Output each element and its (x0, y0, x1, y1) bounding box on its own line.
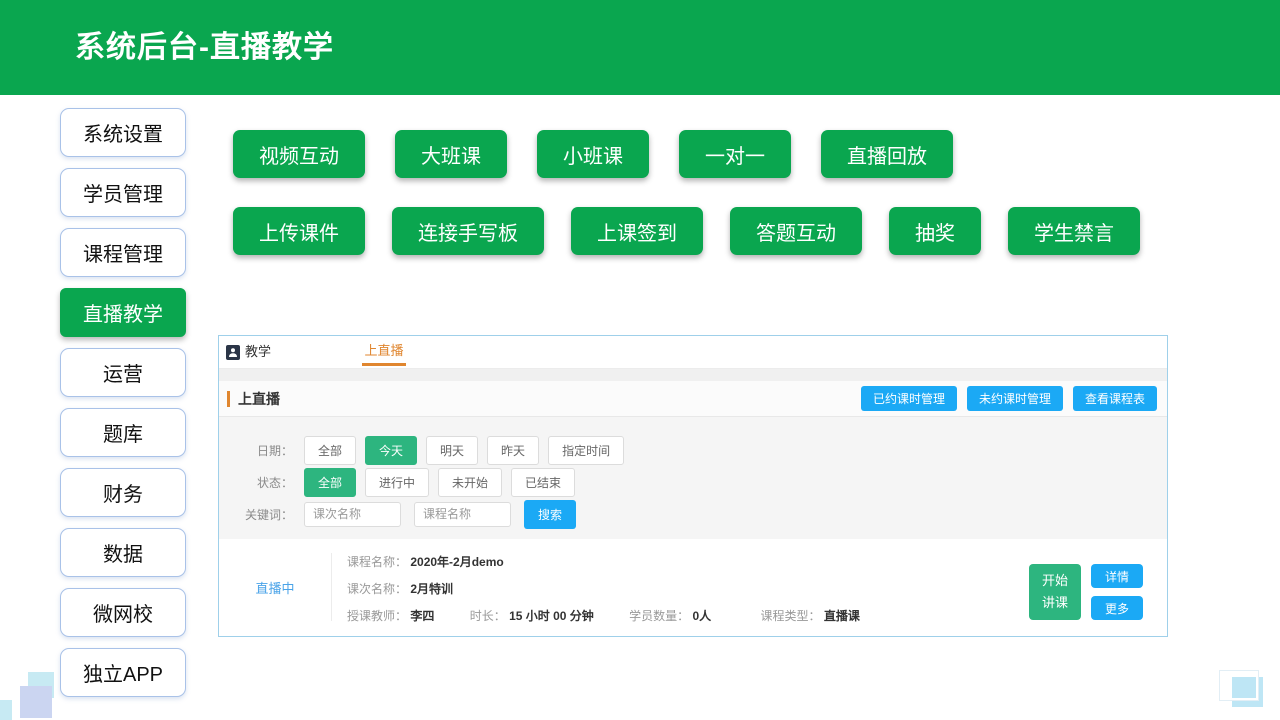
feature-one-on-one[interactable]: 一对一 (679, 130, 791, 178)
tab-active-underline (362, 363, 406, 366)
feature-connect-tablet[interactable]: 连接手写板 (392, 207, 544, 255)
view-schedule-button[interactable]: 查看课程表 (1073, 386, 1157, 411)
feature-video-interaction[interactable]: 视频互动 (233, 130, 365, 178)
teacher-pair: 授课教师： 李四 (347, 609, 438, 623)
course-type-value: 直播课 (824, 609, 860, 623)
tab-go-live-label: 上直播 (364, 343, 403, 358)
duration-pair: 时长： 15 小时 00 分钟 (470, 609, 597, 623)
teacher-value: 李四 (410, 609, 434, 623)
page-header: 系统后台-直播教学 (0, 0, 1280, 95)
course-details: 课程名称： 2020年-2月demo 课次名称： 2月特训 授课教师： 李四 时… (347, 549, 860, 630)
secondary-actions: 详情 更多 (1091, 564, 1143, 620)
course-row: 直播中 课程名称： 2020年-2月demo 课次名称： 2月特训 授课教师： … (219, 539, 1167, 635)
start-teaching-line1: 开始 (1042, 570, 1068, 592)
sidebar: 系统设置 学员管理 课程管理 直播教学 运营 题库 财务 数据 微网校 独立AP… (60, 108, 186, 697)
sidebar-item-question-bank[interactable]: 题库 (60, 408, 186, 457)
duration-value: 15 小时 00 分钟 (509, 609, 594, 623)
start-teaching-line2: 讲课 (1042, 592, 1068, 614)
section-accent-bar (227, 391, 230, 407)
feature-row-1: 视频互动 大班课 小班课 一对一 直播回放 (233, 130, 953, 178)
divider-band (219, 369, 1167, 381)
more-button[interactable]: 更多 (1091, 596, 1143, 620)
feature-live-replay[interactable]: 直播回放 (821, 130, 953, 178)
feature-upload-courseware[interactable]: 上传课件 (233, 207, 365, 255)
section-header: 上直播 已约课时管理 未约课时管理 查看课程表 (219, 381, 1167, 417)
row-actions: 开始 讲课 详情 更多 (1029, 564, 1143, 620)
feature-class-signin[interactable]: 上课签到 (571, 207, 703, 255)
sidebar-item-standalone-app[interactable]: 独立APP (60, 648, 186, 697)
app-label: 教学 (245, 336, 271, 368)
teacher-label: 授课教师： (347, 609, 407, 623)
feature-mute-students[interactable]: 学生禁言 (1008, 207, 1140, 255)
booked-lessons-button[interactable]: 已约课时管理 (861, 386, 957, 411)
sidebar-item-live-teaching[interactable]: 直播教学 (60, 288, 186, 337)
session-name-label: 课次名称： (347, 582, 407, 596)
course-name-line: 课程名称： 2020年-2月demo (347, 549, 860, 576)
date-filter-all[interactable]: 全部 (304, 436, 356, 465)
tab-go-live[interactable]: 上直播 (361, 336, 407, 366)
date-filter-today[interactable]: 今天 (365, 436, 417, 465)
decor-square-lavender-left (20, 686, 52, 718)
sidebar-item-student-management[interactable]: 学员管理 (60, 168, 186, 217)
date-filter-custom[interactable]: 指定时间 (548, 436, 624, 465)
sidebar-item-data[interactable]: 数据 (60, 528, 186, 577)
session-name-line: 课次名称： 2月特训 (347, 576, 860, 603)
keyword-filter-row: 关键词： 搜索 (237, 501, 1167, 527)
course-name-value: 2020年-2月demo (410, 555, 503, 569)
sidebar-item-system-settings[interactable]: 系统设置 (60, 108, 186, 157)
detail-button[interactable]: 详情 (1091, 564, 1143, 588)
date-filter-tomorrow[interactable]: 明天 (426, 436, 478, 465)
date-filter-label: 日期： (237, 442, 293, 459)
section-title: 上直播 (238, 389, 280, 409)
course-name-input[interactable] (414, 502, 511, 527)
feature-lucky-draw[interactable]: 抽奖 (889, 207, 981, 255)
status-filter-row: 状态： 全部 进行中 未开始 已结束 (237, 469, 1167, 495)
course-meta-line: 授课教师： 李四 时长： 15 小时 00 分钟 学员数量： 0人 课程类型： … (347, 603, 860, 630)
date-filter-row: 日期： 全部 今天 明天 昨天 指定时间 (237, 437, 1167, 463)
teaching-app-icon (226, 345, 240, 360)
date-filter-yesterday[interactable]: 昨天 (487, 436, 539, 465)
session-name-input[interactable] (304, 502, 401, 527)
filter-area: 日期： 全部 今天 明天 昨天 指定时间 状态： 全部 进行中 未开始 已结束 … (219, 417, 1167, 539)
page-title: 系统后台-直播教学 (75, 0, 334, 95)
live-status-badge: 直播中 (219, 539, 331, 635)
students-pair: 学员数量： 0人 (629, 609, 714, 623)
sidebar-item-course-management[interactable]: 课程管理 (60, 228, 186, 277)
status-filter-not-started[interactable]: 未开始 (438, 468, 502, 497)
sidebar-item-operations[interactable]: 运营 (60, 348, 186, 397)
feature-large-class[interactable]: 大班课 (395, 130, 507, 178)
course-type-pair: 课程类型： 直播课 (761, 609, 860, 623)
session-name-value: 2月特训 (410, 582, 453, 596)
sidebar-item-finance[interactable]: 财务 (60, 468, 186, 517)
status-filter-ended[interactable]: 已结束 (511, 468, 575, 497)
course-name-label: 课程名称： (347, 555, 407, 569)
panel-tabbar: 教学 上直播 (219, 336, 1167, 369)
admin-panel: 教学 上直播 上直播 已约课时管理 未约课时管理 查看课程表 日期： 全部 今天… (218, 335, 1168, 637)
search-button[interactable]: 搜索 (524, 500, 576, 529)
unbooked-lessons-button[interactable]: 未约课时管理 (967, 386, 1063, 411)
decor-square-corner-left (0, 700, 12, 720)
feature-small-class[interactable]: 小班课 (537, 130, 649, 178)
feature-row-2: 上传课件 连接手写板 上课签到 答题互动 抽奖 学生禁言 (233, 207, 1140, 255)
start-teaching-button[interactable]: 开始 讲课 (1029, 564, 1081, 620)
status-filter-in-progress[interactable]: 进行中 (365, 468, 429, 497)
keyword-filter-label: 关键词： (237, 506, 293, 523)
vertical-divider (331, 553, 332, 621)
students-label: 学员数量： (629, 609, 689, 623)
feature-quiz-interaction[interactable]: 答题互动 (730, 207, 862, 255)
course-type-label: 课程类型： (761, 609, 821, 623)
status-filter-all[interactable]: 全部 (304, 468, 356, 497)
duration-label: 时长： (470, 609, 506, 623)
decor-square-frame-right (1220, 671, 1258, 700)
screen: 系统后台-直播教学 系统设置 学员管理 课程管理 直播教学 运营 题库 财务 数… (0, 0, 1280, 720)
status-filter-label: 状态： (237, 474, 293, 491)
sidebar-item-micro-school[interactable]: 微网校 (60, 588, 186, 637)
students-value: 0人 (692, 609, 711, 623)
